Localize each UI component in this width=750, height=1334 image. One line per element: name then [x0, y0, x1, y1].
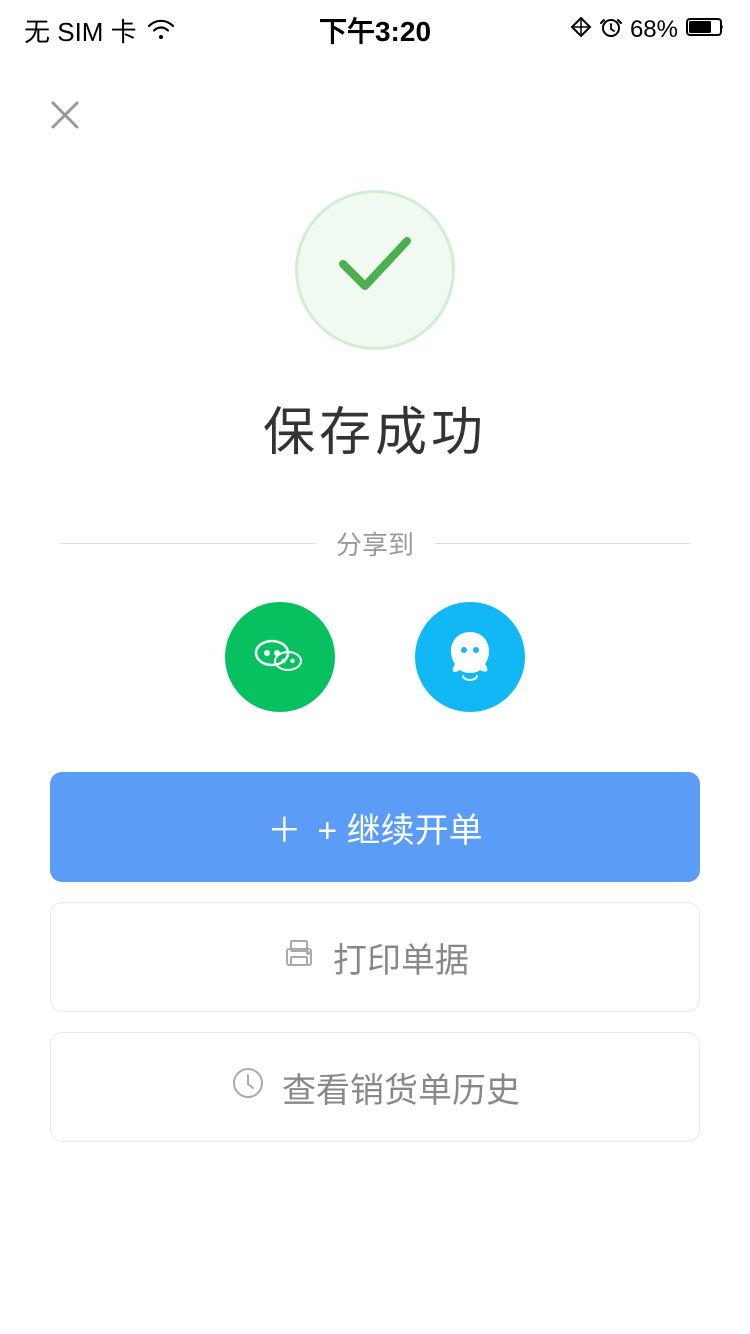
no-sim-text: 无 SIM 卡 [24, 12, 137, 49]
battery-icon [686, 16, 726, 44]
location-icon [570, 16, 592, 45]
divider-right [434, 543, 690, 544]
divider-left [60, 543, 316, 544]
share-label: 分享到 [316, 525, 434, 562]
success-title: 保存成功 [263, 390, 487, 465]
history-label: 查看销货单历史 [282, 1063, 520, 1112]
plus-icon: ＋ [267, 803, 301, 852]
wechat-share-button[interactable] [225, 602, 335, 712]
wifi-icon [147, 15, 175, 46]
check-circle [295, 190, 455, 350]
history-icon [230, 1065, 266, 1110]
share-divider: 分享到 [0, 525, 750, 562]
print-icon [281, 935, 317, 980]
status-time: 下午3:20 [319, 10, 431, 50]
alarm-icon [600, 16, 622, 45]
battery-text: 68% [630, 16, 678, 44]
success-section: 保存成功 [0, 150, 750, 515]
share-section [0, 602, 750, 712]
status-right: 68% [570, 16, 726, 45]
continue-button[interactable]: ＋ + 继续开单 [50, 772, 700, 882]
actions-section: ＋ + 继续开单 打印单据 查看销货单历史 [0, 772, 750, 1142]
print-button[interactable]: 打印单据 [50, 902, 700, 1012]
checkmark-icon [335, 229, 415, 312]
print-label: 打印单据 [333, 933, 469, 982]
continue-label: + 继续开单 [317, 803, 482, 852]
history-button[interactable]: 查看销货单历史 [50, 1032, 700, 1142]
status-bar: 无 SIM 卡 下午3:20 68% [0, 0, 750, 60]
close-button[interactable] [40, 90, 90, 140]
qq-share-button[interactable] [415, 602, 525, 712]
status-left: 无 SIM 卡 [24, 12, 175, 49]
close-area [0, 60, 750, 150]
